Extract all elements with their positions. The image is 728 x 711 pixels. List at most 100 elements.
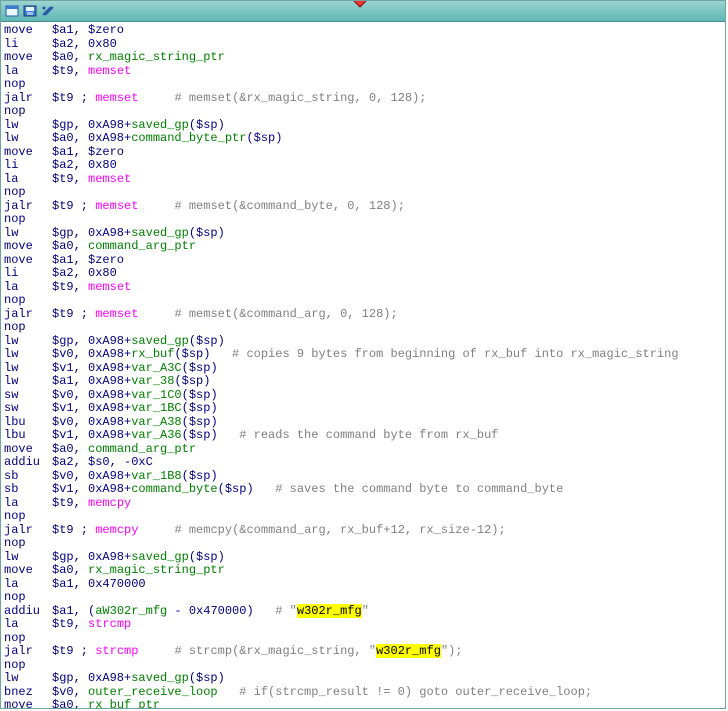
operands: $a2, 0x80 [52, 38, 117, 52]
asm-line[interactable]: nop [4, 537, 722, 551]
asm-line[interactable]: la$t9, memset [4, 173, 722, 187]
plain-text: ($sp) [174, 347, 232, 361]
asm-line[interactable]: la$t9, memset [4, 281, 722, 295]
asm-line[interactable]: nop [4, 186, 722, 200]
asm-line[interactable]: move$a0, rx_buf_ptr [4, 699, 722, 709]
asm-line[interactable]: lw$v0, 0xA98+rx_buf($sp) # copies 9 byte… [4, 348, 722, 362]
mnemonic: la [4, 173, 52, 187]
asm-line[interactable]: move$a1, $zero [4, 146, 722, 160]
asm-line[interactable]: li$a2, 0x80 [4, 267, 722, 281]
titlebar[interactable] [1, 1, 725, 22]
asm-line[interactable]: lw$gp, 0xA98+saved_gp($sp) [4, 335, 722, 349]
window-restore-icon[interactable] [5, 5, 19, 17]
mnemonic: lw [4, 672, 52, 686]
asm-line[interactable]: nop [4, 78, 722, 92]
plain-text: $a1, ( [52, 604, 95, 618]
operands: $a0, rx_buf_ptr [52, 699, 160, 709]
plain-text: $a2, 0x80 [52, 158, 117, 172]
mnemonic: la [4, 618, 52, 632]
operands: $a0, command_arg_ptr [52, 443, 196, 457]
asm-line[interactable]: lw$gp, 0xA98+saved_gp($sp) [4, 227, 722, 241]
asm-line[interactable]: lbu$v0, 0xA98+var_A38($sp) [4, 416, 722, 430]
plain-text [218, 685, 240, 699]
save-icon[interactable] [23, 5, 37, 17]
operands: $gp, 0xA98+saved_gp($sp) [52, 551, 225, 565]
asm-line[interactable]: nop [4, 321, 722, 335]
asm-line[interactable]: sw$v1, 0xA98+var_1BC($sp) [4, 402, 722, 416]
comment-text: # if(strcmp_result != 0) goto outer_rece… [239, 685, 592, 699]
asm-line[interactable]: jalr$t9 ; memset # memset(&command_arg, … [4, 308, 722, 322]
plain-text: $v0, [52, 685, 88, 699]
asm-line[interactable]: li$a2, 0x80 [4, 38, 722, 52]
symbol-text: aW302r_mfg [95, 604, 167, 618]
mnemonic: move [4, 699, 52, 709]
plain-text: $a2, 0x80 [52, 37, 117, 51]
mnemonic: nop [4, 537, 52, 551]
asm-line[interactable]: bnez$v0, outer_receive_loop # if(strcmp_… [4, 686, 722, 700]
asm-line[interactable]: move$a1, $zero [4, 254, 722, 268]
operands: $a2, 0x80 [52, 267, 117, 281]
mnemonic: move [4, 443, 52, 457]
function-text: memset [95, 199, 138, 213]
mnemonic: nop [4, 105, 52, 119]
asm-line[interactable]: li$a2, 0x80 [4, 159, 722, 173]
asm-line[interactable]: nop [4, 659, 722, 673]
asm-line[interactable]: lbu$v1, 0xA98+var_A36($sp) # reads the c… [4, 429, 722, 443]
symbol-text: var_A36 [131, 428, 181, 442]
mnemonic: lw [4, 119, 52, 133]
asm-line[interactable]: move$a0, rx_magic_string_ptr [4, 51, 722, 65]
asm-line[interactable]: la$t9, memcpy [4, 497, 722, 511]
mnemonic: nop [4, 632, 52, 646]
asm-line[interactable]: nop [4, 105, 722, 119]
plain-text: $gp, 0xA98+ [52, 226, 131, 240]
plain-text: $a2, $s0, -0xC [52, 455, 153, 469]
asm-line[interactable]: jalr$t9 ; strcmp # strcmp(&rx_magic_stri… [4, 645, 722, 659]
asm-line[interactable]: nop [4, 632, 722, 646]
plain-text [138, 644, 174, 658]
asm-line[interactable]: sb$v1, 0xA98+command_byte($sp) # saves t… [4, 483, 722, 497]
asm-line[interactable]: la$t9, strcmp [4, 618, 722, 632]
disassembly-code[interactable]: move$a1, $zeroli$a2, 0x80move$a0, rx_mag… [1, 22, 725, 709]
asm-line[interactable]: lw$gp, 0xA98+saved_gp($sp) [4, 672, 722, 686]
mnemonic: jalr [4, 200, 52, 214]
asm-line[interactable]: move$a1, $zero [4, 24, 722, 38]
asm-line[interactable]: lw$a0, 0xA98+command_byte_ptr($sp) [4, 132, 722, 146]
comment-text: "); [441, 644, 463, 658]
asm-line[interactable]: sw$v0, 0xA98+var_1C0($sp) [4, 389, 722, 403]
asm-line[interactable]: la$a1, 0x470000 [4, 578, 722, 592]
asm-line[interactable]: move$a0, command_arg_ptr [4, 240, 722, 254]
asm-line[interactable]: nop [4, 510, 722, 524]
asm-line[interactable]: jalr$t9 ; memset # memset(&command_byte,… [4, 200, 722, 214]
mnemonic: sb [4, 470, 52, 484]
asm-line[interactable]: nop [4, 294, 722, 308]
asm-line[interactable]: lw$gp, 0xA98+saved_gp($sp) [4, 551, 722, 565]
asm-line[interactable]: move$a0, rx_magic_string_ptr [4, 564, 722, 578]
asm-line[interactable]: nop [4, 213, 722, 227]
plain-text: $v1, 0xA98+ [52, 482, 131, 496]
mnemonic: move [4, 24, 52, 38]
mnemonic: nop [4, 510, 52, 524]
asm-line[interactable]: jalr$t9 ; memcpy # memcpy(&command_arg, … [4, 524, 722, 538]
mnemonic: bnez [4, 686, 52, 700]
operands: $gp, 0xA98+saved_gp($sp) [52, 119, 225, 133]
asm-line[interactable]: lw$v1, 0xA98+var_A3C($sp) [4, 362, 722, 376]
asm-line[interactable]: nop [4, 591, 722, 605]
tools-icon[interactable] [41, 5, 55, 17]
plain-text: ($sp) [189, 550, 225, 564]
plain-text: $v1, 0xA98+ [52, 361, 131, 375]
symbol-text: command_arg_ptr [88, 239, 196, 253]
asm-line[interactable]: lw$gp, 0xA98+saved_gp($sp) [4, 119, 722, 133]
plain-text: $a1, $zero [52, 253, 124, 267]
asm-line[interactable]: lw$a1, 0xA98+var_38($sp) [4, 375, 722, 389]
asm-line[interactable]: addiu$a2, $s0, -0xC [4, 456, 722, 470]
asm-line[interactable]: jalr$t9 ; memset # memset(&rx_magic_stri… [4, 92, 722, 106]
mnemonic: lw [4, 348, 52, 362]
asm-line[interactable]: sb$v0, 0xA98+var_1B8($sp) [4, 470, 722, 484]
asm-line[interactable]: addiu$a1, (aW302r_mfg - 0x470000) # "w30… [4, 605, 722, 619]
plain-text: ($sp) [182, 415, 218, 429]
asm-line[interactable]: la$t9, memset [4, 65, 722, 79]
asm-line[interactable]: move$a0, command_arg_ptr [4, 443, 722, 457]
comment-text: # memset(&rx_magic_string, 0, 128); [174, 91, 426, 105]
mnemonic: sw [4, 402, 52, 416]
mnemonic: nop [4, 78, 52, 92]
